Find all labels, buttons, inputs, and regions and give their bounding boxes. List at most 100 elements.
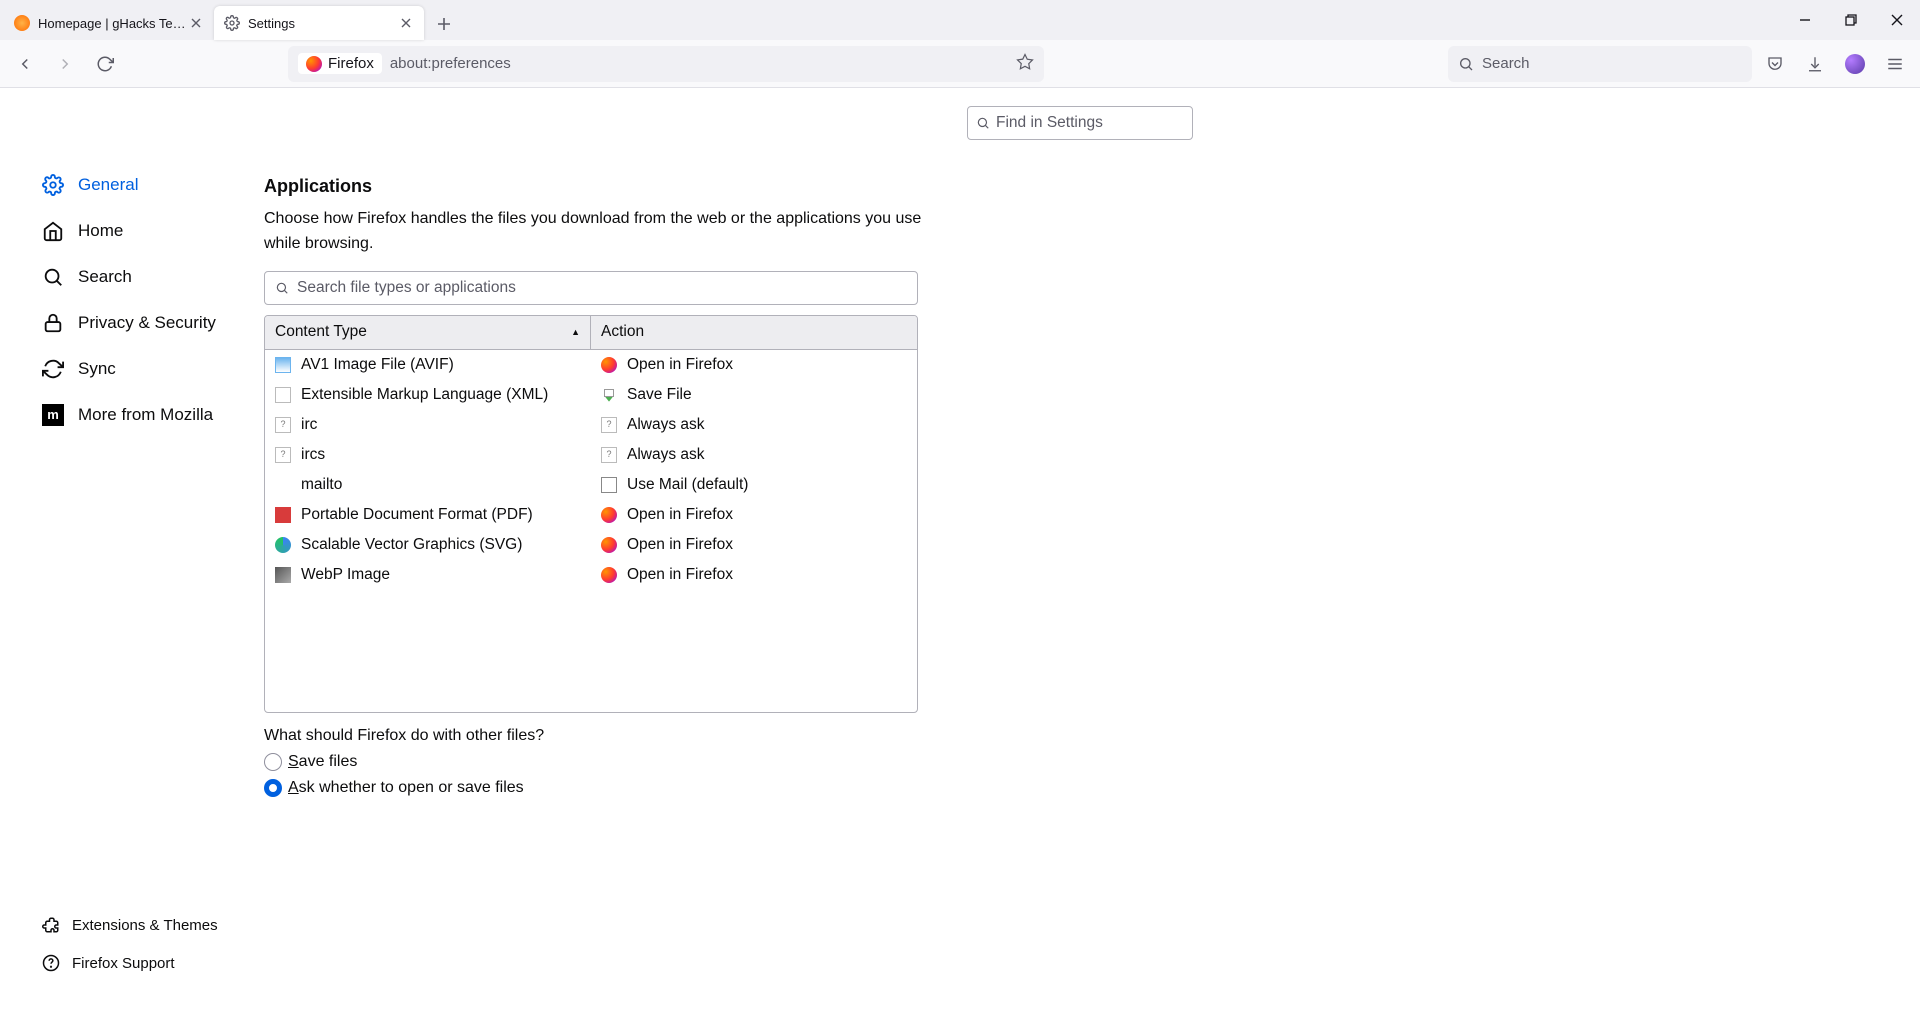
row-action: Use Mail (default): [627, 476, 748, 494]
header-label: Content Type: [275, 323, 367, 341]
filetype-icon: [275, 477, 291, 493]
question-icon: [42, 954, 60, 972]
section-title: Applications: [264, 176, 924, 197]
sort-ascending-icon: ▲: [571, 327, 580, 337]
search-icon: [1458, 56, 1474, 72]
url-bar[interactable]: Firefox about:preferences: [288, 46, 1044, 82]
row-action: Save File: [627, 386, 692, 404]
back-button[interactable]: [8, 47, 42, 81]
radio-checked-icon: [264, 779, 282, 797]
lock-icon: [42, 312, 64, 334]
row-action: Open in Firefox: [627, 536, 733, 554]
row-action: Open in Firefox: [627, 356, 733, 374]
header-label: Action: [601, 323, 644, 341]
table-row[interactable]: Portable Document Format (PDF) Open in Fi…: [265, 500, 917, 530]
tab-title: Homepage | gHacks Technolog: [38, 16, 188, 31]
table-row[interactable]: Extensible Markup Language (XML)Save Fil…: [265, 380, 917, 410]
sidebar-item-extensions[interactable]: Extensions & Themes: [42, 908, 240, 942]
downloads-icon[interactable]: [1798, 47, 1832, 81]
row-type: mailto: [301, 476, 342, 494]
minimize-button[interactable]: [1782, 0, 1828, 40]
gear-icon: [42, 174, 64, 196]
new-tab-button[interactable]: [428, 8, 460, 40]
tab-settings[interactable]: Settings: [214, 6, 424, 40]
close-icon[interactable]: [398, 15, 414, 31]
search-placeholder: Search: [1482, 55, 1530, 72]
applications-table: Content Type ▲ Action AV1 Image File (AV…: [264, 315, 918, 713]
filetype-icon: [275, 357, 291, 373]
firefox-icon: [306, 56, 322, 72]
search-icon: [275, 281, 289, 295]
filetype-icon: [275, 537, 291, 553]
tab-title: Settings: [248, 16, 398, 31]
find-placeholder: Find in Settings: [996, 114, 1103, 132]
row-action: Open in Firefox: [627, 506, 733, 524]
other-files-question: What should Firefox do with other files?: [264, 727, 924, 745]
identity-box[interactable]: Firefox: [298, 53, 382, 74]
menu-icon[interactable]: [1878, 47, 1912, 81]
sidebar-item-sync[interactable]: Sync: [42, 348, 240, 390]
sidebar-item-support[interactable]: Firefox Support: [42, 946, 240, 980]
sidebar-item-mozilla[interactable]: m More from Mozilla: [42, 394, 240, 436]
applications-search-input[interactable]: Search file types or applications: [264, 271, 918, 305]
column-content-type[interactable]: Content Type ▲: [265, 316, 591, 349]
radio-icon: [264, 753, 282, 771]
table-row[interactable]: ircsAlways ask: [265, 440, 917, 470]
action-icon: [601, 537, 617, 553]
table-row[interactable]: mailto Use Mail (default): [265, 470, 917, 500]
sidebar-item-search[interactable]: Search: [42, 256, 240, 298]
row-type: irc: [301, 416, 317, 434]
row-action: Always ask: [627, 446, 705, 464]
table-row[interactable]: AV1 Image File (AVIF)Open in Firefox: [265, 350, 917, 380]
sidebar-item-privacy[interactable]: Privacy & Security: [42, 302, 240, 344]
search-bar[interactable]: Search: [1448, 46, 1752, 82]
action-icon: [601, 387, 617, 403]
forward-button[interactable]: [48, 47, 82, 81]
close-window-button[interactable]: [1874, 0, 1920, 40]
action-icon: [601, 567, 617, 583]
maximize-button[interactable]: [1828, 0, 1874, 40]
radio-save-files[interactable]: Save files: [264, 753, 924, 771]
settings-main: Find in Settings Applications Choose how…: [240, 88, 1920, 1012]
sidebar-item-label: More from Mozilla: [78, 405, 213, 425]
sidebar-item-label: Search: [78, 267, 132, 287]
bookmark-star-icon[interactable]: [1016, 53, 1034, 74]
row-type: WebP Image: [301, 566, 390, 584]
radio-ask-files[interactable]: Ask whether to open or save files: [264, 779, 924, 797]
table-row[interactable]: WebP Image Open in Firefox: [265, 560, 917, 590]
filetype-icon: [275, 567, 291, 583]
sidebar-item-home[interactable]: Home: [42, 210, 240, 252]
home-icon: [42, 220, 64, 242]
reload-button[interactable]: [88, 47, 122, 81]
mozilla-icon: m: [42, 404, 64, 426]
sidebar-item-label: Extensions & Themes: [72, 917, 218, 934]
row-type: Scalable Vector Graphics (SVG): [301, 536, 522, 554]
account-icon[interactable]: [1838, 47, 1872, 81]
sidebar-item-general[interactable]: General: [42, 164, 240, 206]
url-text: about:preferences: [390, 55, 1008, 72]
settings-content: General Home Search Privacy & Security S…: [0, 88, 1920, 1012]
gear-icon: [224, 15, 240, 31]
action-icon: [601, 507, 617, 523]
sidebar-item-label: General: [78, 175, 138, 195]
table-row[interactable]: Scalable Vector Graphics (SVG) Open in Fi…: [265, 530, 917, 560]
filetype-icon: [275, 387, 291, 403]
app-search-placeholder: Search file types or applications: [297, 279, 516, 297]
row-type: Portable Document Format (PDF): [301, 506, 533, 524]
find-in-settings-input[interactable]: Find in Settings: [967, 106, 1193, 140]
action-icon: [601, 477, 617, 493]
toolbar: Firefox about:preferences Search: [0, 40, 1920, 88]
tab-ghacks[interactable]: Homepage | gHacks Technolog: [4, 6, 214, 40]
action-icon: [601, 357, 617, 373]
sidebar-item-label: Home: [78, 221, 123, 241]
row-action: Open in Firefox: [627, 566, 733, 584]
close-icon[interactable]: [188, 15, 204, 31]
filetype-icon: [275, 417, 291, 433]
filetype-icon: [275, 507, 291, 523]
ghacks-favicon-icon: [14, 15, 30, 31]
table-row[interactable]: ircAlways ask: [265, 410, 917, 440]
column-action[interactable]: Action: [591, 316, 917, 349]
filetype-icon: [275, 447, 291, 463]
window-controls: [1782, 0, 1920, 40]
pocket-icon[interactable]: [1758, 47, 1792, 81]
